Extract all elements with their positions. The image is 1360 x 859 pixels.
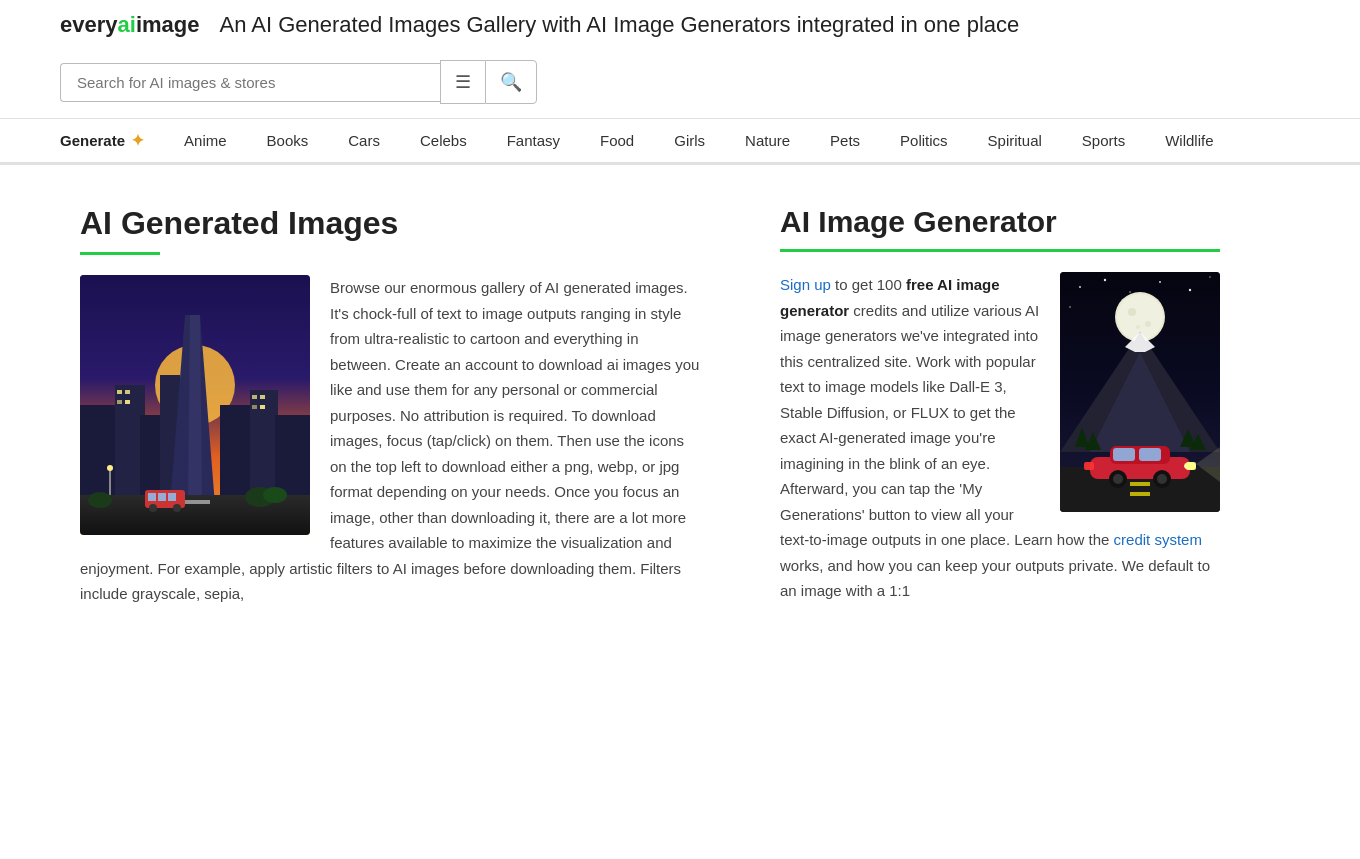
svg-rect-2 (80, 405, 120, 505)
svg-point-46 (1128, 308, 1136, 316)
svg-rect-66 (1084, 462, 1094, 470)
svg-rect-14 (117, 400, 122, 404)
left-divider (80, 252, 160, 255)
nav-item-girls[interactable]: Girls (654, 120, 725, 161)
left-section: AI Generated Images (80, 205, 700, 607)
svg-point-70 (1157, 474, 1167, 484)
nav-item-spiritual[interactable]: Spiritual (968, 120, 1062, 161)
svg-point-26 (149, 504, 157, 512)
search-input[interactable] (60, 63, 440, 102)
nav-item-books[interactable]: Books (247, 120, 329, 161)
header: everyaiimage An AI Generated Images Gall… (0, 0, 1360, 50)
svg-rect-17 (260, 395, 265, 399)
svg-point-40 (1189, 289, 1191, 291)
nav-item-celebs[interactable]: Celebs (400, 120, 487, 161)
search-button[interactable]: 🔍 (485, 60, 537, 104)
mountain-car-image (1060, 272, 1220, 512)
svg-rect-65 (1186, 462, 1196, 470)
nav-item-fantasy[interactable]: Fantasy (487, 120, 580, 161)
logo-ai: ai (118, 12, 136, 37)
nav-item-wildlife[interactable]: Wildlife (1145, 120, 1233, 161)
svg-point-33 (263, 487, 287, 503)
svg-rect-19 (260, 405, 265, 409)
svg-rect-58 (1130, 482, 1150, 486)
svg-rect-12 (117, 390, 122, 394)
body-intro: to get 100 (835, 276, 902, 293)
filter-button[interactable]: ☰ (440, 60, 485, 104)
svg-rect-63 (1139, 448, 1161, 461)
svg-point-38 (1129, 291, 1131, 293)
nav-item-pets[interactable]: Pets (810, 120, 880, 161)
left-title: AI Generated Images (80, 205, 700, 242)
svg-rect-18 (252, 405, 257, 409)
svg-point-36 (1079, 286, 1081, 288)
generate-label: Generate (60, 132, 125, 149)
svg-point-37 (1104, 279, 1106, 281)
svg-marker-11 (188, 315, 202, 505)
nav-item-cars[interactable]: Cars (328, 120, 400, 161)
svg-rect-13 (125, 390, 130, 394)
nav-item-nature[interactable]: Nature (725, 120, 810, 161)
svg-rect-15 (125, 400, 130, 404)
nav-bar: Generate ✦ Anime Books Cars Celebs Fanta… (0, 118, 1360, 165)
search-bar: ☰ 🔍 (60, 60, 1300, 104)
right-title: AI Image Generator (780, 205, 1220, 239)
wand-icon: ✦ (131, 131, 144, 150)
svg-point-68 (1113, 474, 1123, 484)
right-divider (780, 249, 1220, 252)
svg-rect-24 (158, 493, 166, 501)
svg-rect-59 (1130, 492, 1150, 496)
svg-point-31 (107, 465, 113, 471)
nav-item-politics[interactable]: Politics (880, 120, 968, 161)
credit-system-link[interactable]: credit system (1114, 531, 1202, 548)
svg-point-48 (1136, 325, 1140, 329)
body-end: works, and how you can keep your outputs… (780, 557, 1210, 600)
svg-point-47 (1145, 321, 1151, 327)
svg-rect-62 (1113, 448, 1135, 461)
svg-point-42 (1069, 306, 1071, 308)
nav-item-anime[interactable]: Anime (164, 120, 247, 161)
svg-rect-16 (252, 395, 257, 399)
header-tagline: An AI Generated Images Gallery with AI I… (219, 12, 1019, 38)
filter-icon: ☰ (455, 72, 471, 92)
nav-generate[interactable]: Generate ✦ (40, 119, 164, 162)
search-icon: 🔍 (500, 72, 522, 92)
nav-item-sports[interactable]: Sports (1062, 120, 1145, 161)
svg-rect-25 (168, 493, 176, 501)
logo-prefix: every (60, 12, 118, 37)
svg-point-34 (88, 492, 112, 508)
svg-rect-23 (148, 493, 156, 501)
svg-point-39 (1159, 281, 1161, 283)
svg-point-41 (1209, 276, 1211, 278)
nav-item-food[interactable]: Food (580, 120, 654, 161)
main-content: AI Generated Images (0, 165, 1360, 647)
logo-suffix: image (136, 12, 200, 37)
right-section: AI Image Generator (780, 205, 1220, 607)
sign-up-link[interactable]: Sign up (780, 276, 831, 293)
logo[interactable]: everyaiimage (60, 12, 199, 38)
city-image (80, 275, 310, 535)
svg-point-27 (173, 504, 181, 512)
